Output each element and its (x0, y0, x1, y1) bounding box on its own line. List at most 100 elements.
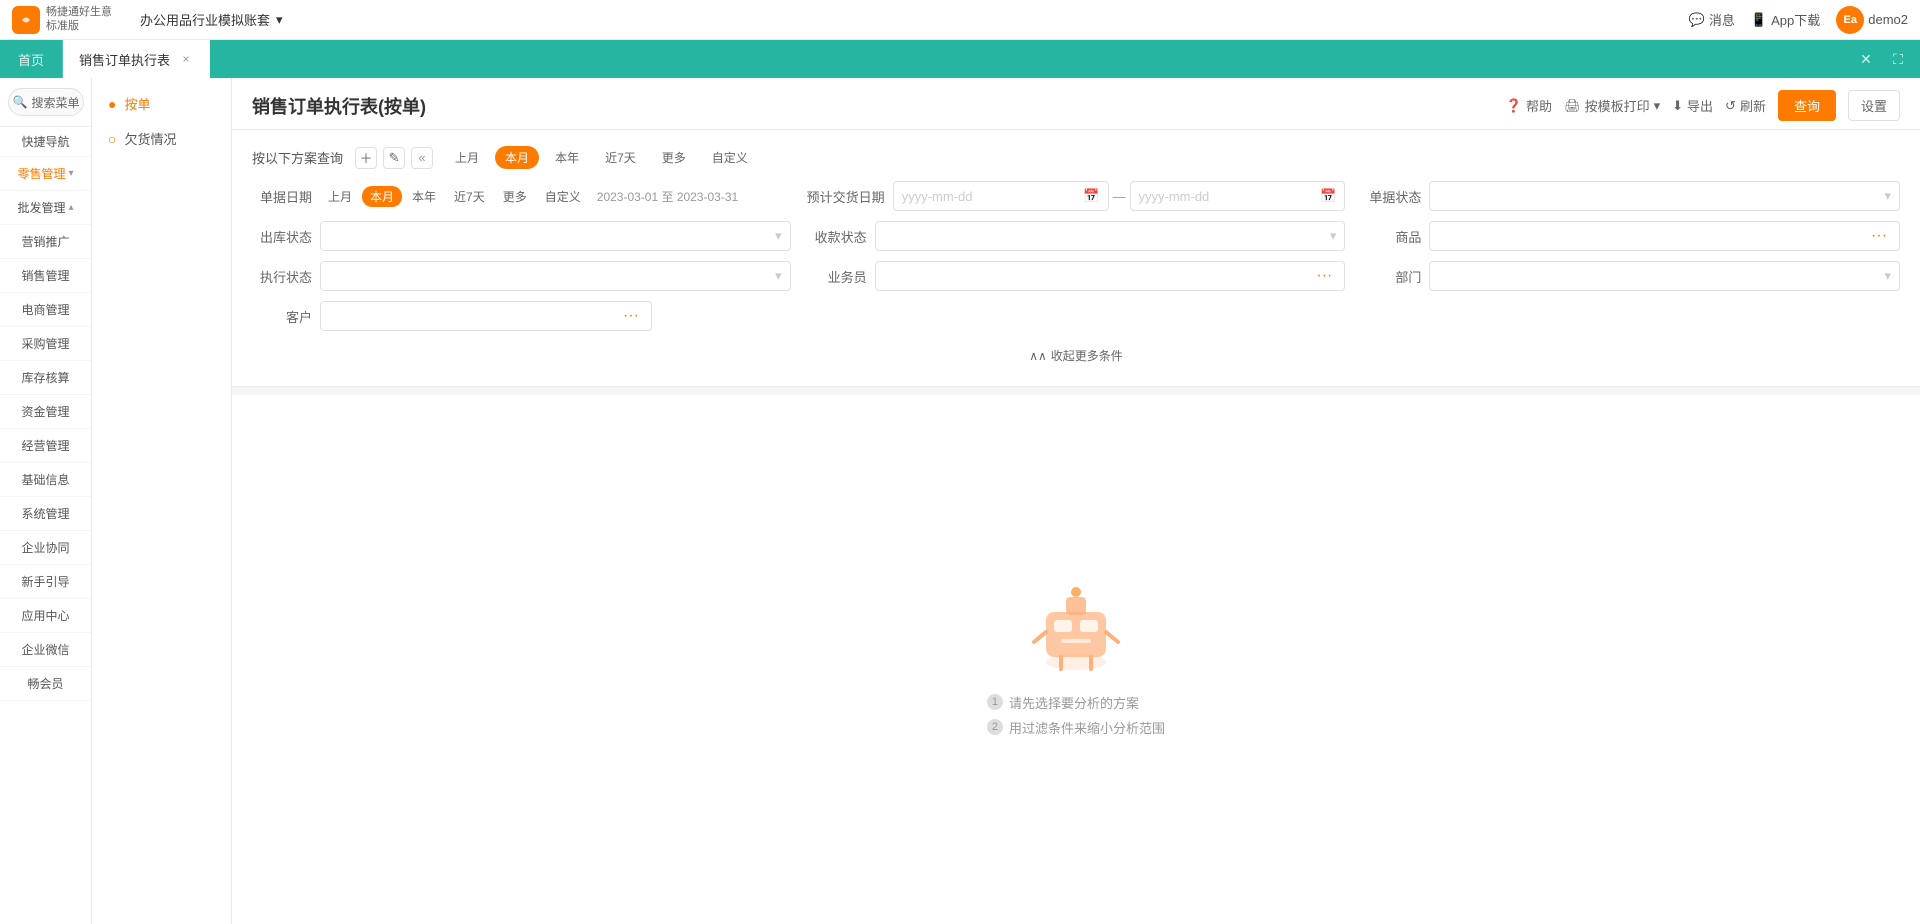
tab-close-window-icon[interactable]: ✕ (1854, 47, 1878, 71)
sidebar-item-sales[interactable]: 销售管理 (0, 259, 91, 293)
sidebar-item-enterprise[interactable]: 企业协同 (0, 531, 91, 565)
filter-group-salesperson: 业务员 ··· (807, 261, 1346, 291)
sidebar-item-operations[interactable]: 经营管理 (0, 429, 91, 463)
exec-status-select[interactable]: ▾ (320, 261, 791, 291)
refresh-btn[interactable]: ↺ 刷新 (1725, 96, 1766, 115)
settings-btn[interactable]: 设置 (1848, 90, 1900, 121)
filter-row-1: 单据日期 上月 本月 本年 近7天 (252, 181, 1900, 211)
collapse-more-btn[interactable]: ∧∧ 收起更多条件 (252, 341, 1900, 370)
status-select[interactable]: ▾ (1429, 181, 1900, 211)
sidebar-item-purchase[interactable]: 采购管理 (0, 327, 91, 361)
payment-status-label: 收款状态 (807, 227, 867, 246)
logo-area: 畅捷通好生意 标准版 (12, 6, 112, 34)
sidebar-item-newbie[interactable]: 新手引导 (0, 565, 91, 599)
date-tab-this-year[interactable]: 本年 (404, 186, 444, 207)
message-icon: 💬 (1689, 12, 1705, 28)
filter-row-2: 出库状态 ▾ 收款状态 ▾ 商品 (252, 221, 1900, 251)
payment-status-select[interactable]: ▾ (875, 221, 1346, 251)
expected-date-start[interactable]: yyyy-mm-dd 📅 (893, 181, 1109, 211)
tab-bar-right: ✕ ⛶ (1854, 47, 1920, 71)
sub-sidebar-item-by-order[interactable]: ● 按单 (92, 86, 231, 121)
salesperson-label: 业务员 (807, 267, 867, 286)
dept-chevron-icon: ▾ (1884, 268, 1891, 284)
export-btn[interactable]: ⬇ 导出 (1672, 96, 1713, 115)
logo-icon (12, 6, 40, 34)
date-tab-more[interactable]: 更多 (495, 186, 535, 207)
tab-maximize-icon[interactable]: ⛶ (1886, 47, 1910, 71)
filter-group-status: 单据状态 ▾ (1361, 181, 1900, 211)
customer-ellipsis-icon[interactable]: ··· (619, 307, 643, 325)
sidebar-item-system[interactable]: 系统管理 (0, 497, 91, 531)
search-menu-btn[interactable]: 🔍 搜索菜单 (8, 88, 84, 116)
filter-group-dept: 部门 ▾ (1361, 261, 1900, 291)
date-range-text: 2023-03-01 至 2023-03-31 (597, 188, 738, 205)
dept-select[interactable]: ▾ (1429, 261, 1900, 291)
sidebar: 🔍 搜索菜单 快捷导航 零售管理 ▾ 批发管理 ▴ 营销推广 销售管理 (0, 78, 92, 924)
date-separator: — (1113, 189, 1126, 204)
user-area[interactable]: Ea demo2 (1836, 6, 1908, 34)
message-btn[interactable]: 💬 消息 (1689, 10, 1735, 29)
app-download-btn[interactable]: 📱 App下载 (1751, 10, 1820, 29)
sidebar-item-inventory[interactable]: 库存核算 (0, 361, 91, 395)
sidebar-item-apps[interactable]: 应用中心 (0, 599, 91, 633)
product-ellipsis-icon[interactable]: ··· (1867, 227, 1891, 245)
salesperson-select[interactable]: ··· (875, 261, 1346, 291)
tab-sales-order[interactable]: 销售订单执行表 × (63, 40, 210, 78)
sidebar-item-member[interactable]: 畅会员 (0, 667, 91, 701)
breadcrumb-text: 办公用品行业模拟账套 (140, 10, 270, 29)
collapse-scheme-btn[interactable]: « (411, 147, 433, 169)
chevron-down-icon: ▾ (68, 168, 73, 179)
scheme-more[interactable]: 更多 (652, 146, 696, 169)
expected-date-label: 预计交货日期 (807, 187, 885, 206)
expected-date-end[interactable]: yyyy-mm-dd 📅 (1130, 181, 1346, 211)
tab-home[interactable]: 首页 (0, 40, 63, 78)
print-btn[interactable]: 🖨 按模板打印 ▾ (1564, 96, 1660, 115)
order-icon: ● (108, 96, 116, 112)
customer-label: 客户 (252, 307, 312, 326)
tab-close-icon[interactable]: × (178, 51, 194, 67)
filter-row-4: 客户 ··· (252, 301, 1900, 331)
tip-num-2: 2 (987, 719, 1003, 735)
scheme-custom[interactable]: 自定义 (702, 146, 758, 169)
date-tab-custom[interactable]: 自定义 (537, 186, 589, 207)
customer-select[interactable]: ··· (320, 301, 652, 331)
empty-state: 1 请先选择要分析的方案 2 用过滤条件来缩小分析范围 (232, 395, 1920, 924)
date-tab-last-7-days[interactable]: 近7天 (446, 186, 493, 207)
ship-status-select[interactable]: ▾ (320, 221, 791, 251)
chevron-up-icon: ▴ (68, 202, 73, 213)
sub-sidebar-item-backorder[interactable]: ○ 欠货情况 (92, 121, 231, 156)
sidebar-item-retail[interactable]: 零售管理 ▾ (0, 157, 91, 191)
page-title: 销售订单执行表(按单) (252, 93, 426, 119)
sidebar-item-ecommerce[interactable]: 电商管理 (0, 293, 91, 327)
add-scheme-btn[interactable]: ＋ (355, 147, 377, 169)
date-tab-this-month[interactable]: 本月 (362, 186, 402, 207)
sidebar-item-marketing[interactable]: 营销推广 (0, 225, 91, 259)
salesperson-ellipsis-icon[interactable]: ··· (1312, 267, 1336, 285)
product-select[interactable]: ··· (1429, 221, 1900, 251)
collapse-icon: ∧∧ (1029, 349, 1047, 363)
sidebar-item-wechat[interactable]: 企业微信 (0, 633, 91, 667)
single-date-label: 单据日期 (252, 187, 312, 206)
edit-scheme-btn[interactable]: ✎ (383, 147, 405, 169)
tip-num-1: 1 (987, 694, 1003, 710)
scheme-this-year[interactable]: 本年 (545, 146, 589, 169)
sidebar-item-finance[interactable]: 资金管理 (0, 395, 91, 429)
filter-group-expected-date: 预计交货日期 yyyy-mm-dd 📅 — yyyy-mm-dd 📅 (807, 181, 1346, 211)
scheme-last-month[interactable]: 上月 (445, 146, 489, 169)
scheme-last-7-days[interactable]: 近7天 (595, 146, 646, 169)
download-icon: 📱 (1751, 12, 1767, 28)
query-btn[interactable]: 查询 (1778, 90, 1836, 121)
sidebar-item-basics[interactable]: 基础信息 (0, 463, 91, 497)
filter-group-ship-status: 出库状态 ▾ (252, 221, 791, 251)
expected-date-control: yyyy-mm-dd 📅 — yyyy-mm-dd 📅 (893, 181, 1346, 211)
ship-status-label: 出库状态 (252, 227, 312, 246)
sidebar-search: 🔍 搜索菜单 (0, 78, 91, 126)
scheme-this-month[interactable]: 本月 (495, 146, 539, 169)
ship-status-chevron-icon: ▾ (775, 228, 782, 244)
product-label: 商品 (1361, 227, 1421, 246)
breadcrumb[interactable]: 办公用品行业模拟账套 ▾ (140, 10, 283, 29)
sidebar-item-wholesale[interactable]: 批发管理 ▴ (0, 191, 91, 225)
sidebar-quick-nav[interactable]: 快捷导航 (0, 127, 91, 157)
help-btn[interactable]: ❓ 帮助 (1506, 96, 1552, 115)
date-tab-last-month[interactable]: 上月 (320, 186, 360, 207)
